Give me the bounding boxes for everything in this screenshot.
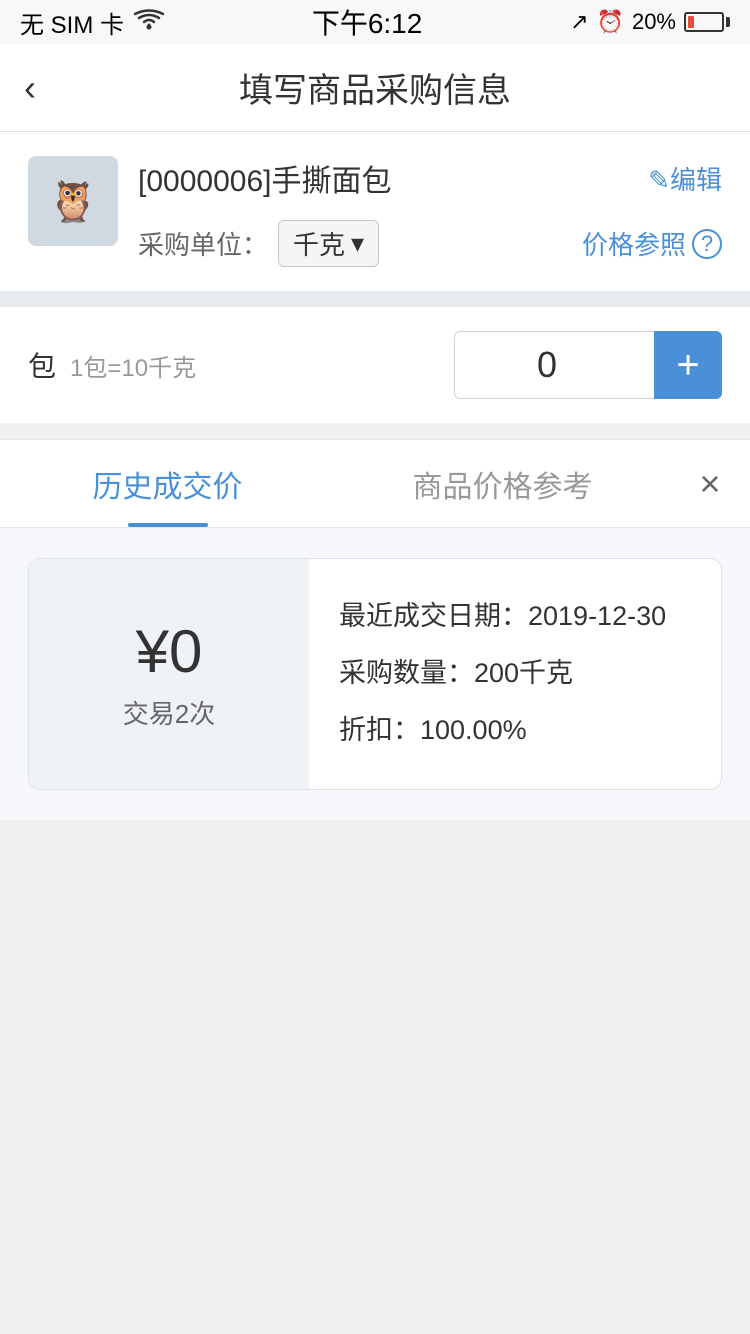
- status-time: 下午6:12: [312, 2, 423, 42]
- wifi-icon: [134, 8, 164, 37]
- product-row: 🦉 [0000006]手撕面包 ✎编辑 采购单位： 千克 ▾ 价格参照: [28, 156, 722, 267]
- currency-symbol: ¥: [136, 618, 169, 685]
- price-ref-button[interactable]: 价格参照 ?: [582, 225, 722, 262]
- tab-price-reference[interactable]: 商品价格参考: [335, 440, 670, 527]
- nav-bar: ‹ 填写商品采购信息: [0, 44, 750, 132]
- product-id: [0000006]: [138, 165, 271, 198]
- carrier-text: 无 SIM 卡: [20, 5, 124, 40]
- tab-section: 历史成交价 商品价格参考 × ¥0 交易2次 最近成交日期：2019-12-30…: [0, 439, 750, 820]
- tab-price-ref-label: 商品价格参考: [413, 462, 593, 506]
- tab-close-button[interactable]: ×: [670, 463, 750, 505]
- price-value: 0: [169, 618, 202, 685]
- quantity-input[interactable]: [454, 331, 654, 399]
- price-amount: ¥0: [136, 617, 203, 686]
- recent-date-label: 最近成交日期：: [339, 601, 528, 631]
- quantity-right: +: [454, 331, 722, 399]
- location-icon: ↗: [570, 9, 588, 35]
- tab-header: 历史成交价 商品价格参考 ×: [0, 440, 750, 528]
- unit-conversion: 1包=10千克: [70, 348, 196, 383]
- status-bar: 无 SIM 卡 下午6:12 ↗ ⏰ 20%: [0, 0, 750, 44]
- product-thumbnail: 🦉: [28, 156, 118, 246]
- recent-date-value: 2019-12-30: [528, 601, 666, 631]
- back-button[interactable]: ‹: [24, 67, 36, 109]
- quantity-section: 包 1包=10千克 +: [0, 307, 750, 423]
- unit-value: 千克: [293, 225, 345, 262]
- purchase-qty-row: 采购数量：200千克: [339, 652, 691, 695]
- alarm-icon: ⏰: [597, 9, 624, 35]
- recent-date-row: 最近成交日期：2019-12-30: [339, 595, 691, 638]
- product-title: 手撕面包: [271, 165, 391, 198]
- discount-label: 折扣：: [339, 715, 420, 745]
- price-card: ¥0 交易2次 最近成交日期：2019-12-30 采购数量：200千克 折扣：…: [28, 558, 722, 790]
- purchase-qty-label: 采购数量：: [339, 658, 474, 688]
- price-ref-label: 价格参照: [582, 225, 686, 262]
- price-card-right: 最近成交日期：2019-12-30 采购数量：200千克 折扣：100.00%: [309, 559, 721, 789]
- tab-history-label: 历史成交价: [93, 462, 243, 506]
- quantity-plus-button[interactable]: +: [654, 331, 722, 399]
- unit-label: 包: [28, 345, 56, 385]
- product-name: [0000006]手撕面包: [138, 156, 391, 200]
- card-container: ¥0 交易2次 最近成交日期：2019-12-30 采购数量：200千克 折扣：…: [0, 528, 750, 820]
- edit-button[interactable]: ✎编辑: [648, 160, 722, 197]
- divider: [0, 291, 750, 307]
- tab-history-price[interactable]: 历史成交价: [0, 440, 335, 527]
- dropdown-icon: ▾: [351, 228, 364, 259]
- battery-indicator: [684, 12, 730, 32]
- status-carrier: 无 SIM 卡: [20, 5, 164, 40]
- product-image-icon: 🦉: [48, 178, 98, 225]
- price-count: 交易2次: [123, 694, 215, 731]
- purchase-unit-left: 采购单位： 千克 ▾: [138, 220, 379, 267]
- price-ref-help-icon: ?: [692, 229, 722, 259]
- product-name-row: [0000006]手撕面包 ✎编辑: [138, 156, 722, 200]
- product-section: 🦉 [0000006]手撕面包 ✎编辑 采购单位： 千克 ▾ 价格参照: [0, 132, 750, 291]
- price-card-left: ¥0 交易2次: [29, 559, 309, 789]
- page-title: 填写商品采购信息: [239, 63, 511, 112]
- discount-value: 100.00%: [420, 715, 527, 745]
- quantity-left: 包 1包=10千克: [28, 345, 196, 385]
- purchase-qty-value: 200千克: [474, 658, 573, 688]
- discount-row: 折扣：100.00%: [339, 709, 691, 752]
- unit-select[interactable]: 千克 ▾: [278, 220, 379, 267]
- purchase-unit-row: 采购单位： 千克 ▾ 价格参照 ?: [138, 220, 722, 267]
- status-indicators: ↗ ⏰ 20%: [570, 9, 730, 35]
- purchase-unit-label: 采购单位：: [138, 225, 268, 262]
- product-info: [0000006]手撕面包 ✎编辑 采购单位： 千克 ▾ 价格参照 ?: [138, 156, 722, 267]
- battery-percent: 20%: [632, 9, 676, 35]
